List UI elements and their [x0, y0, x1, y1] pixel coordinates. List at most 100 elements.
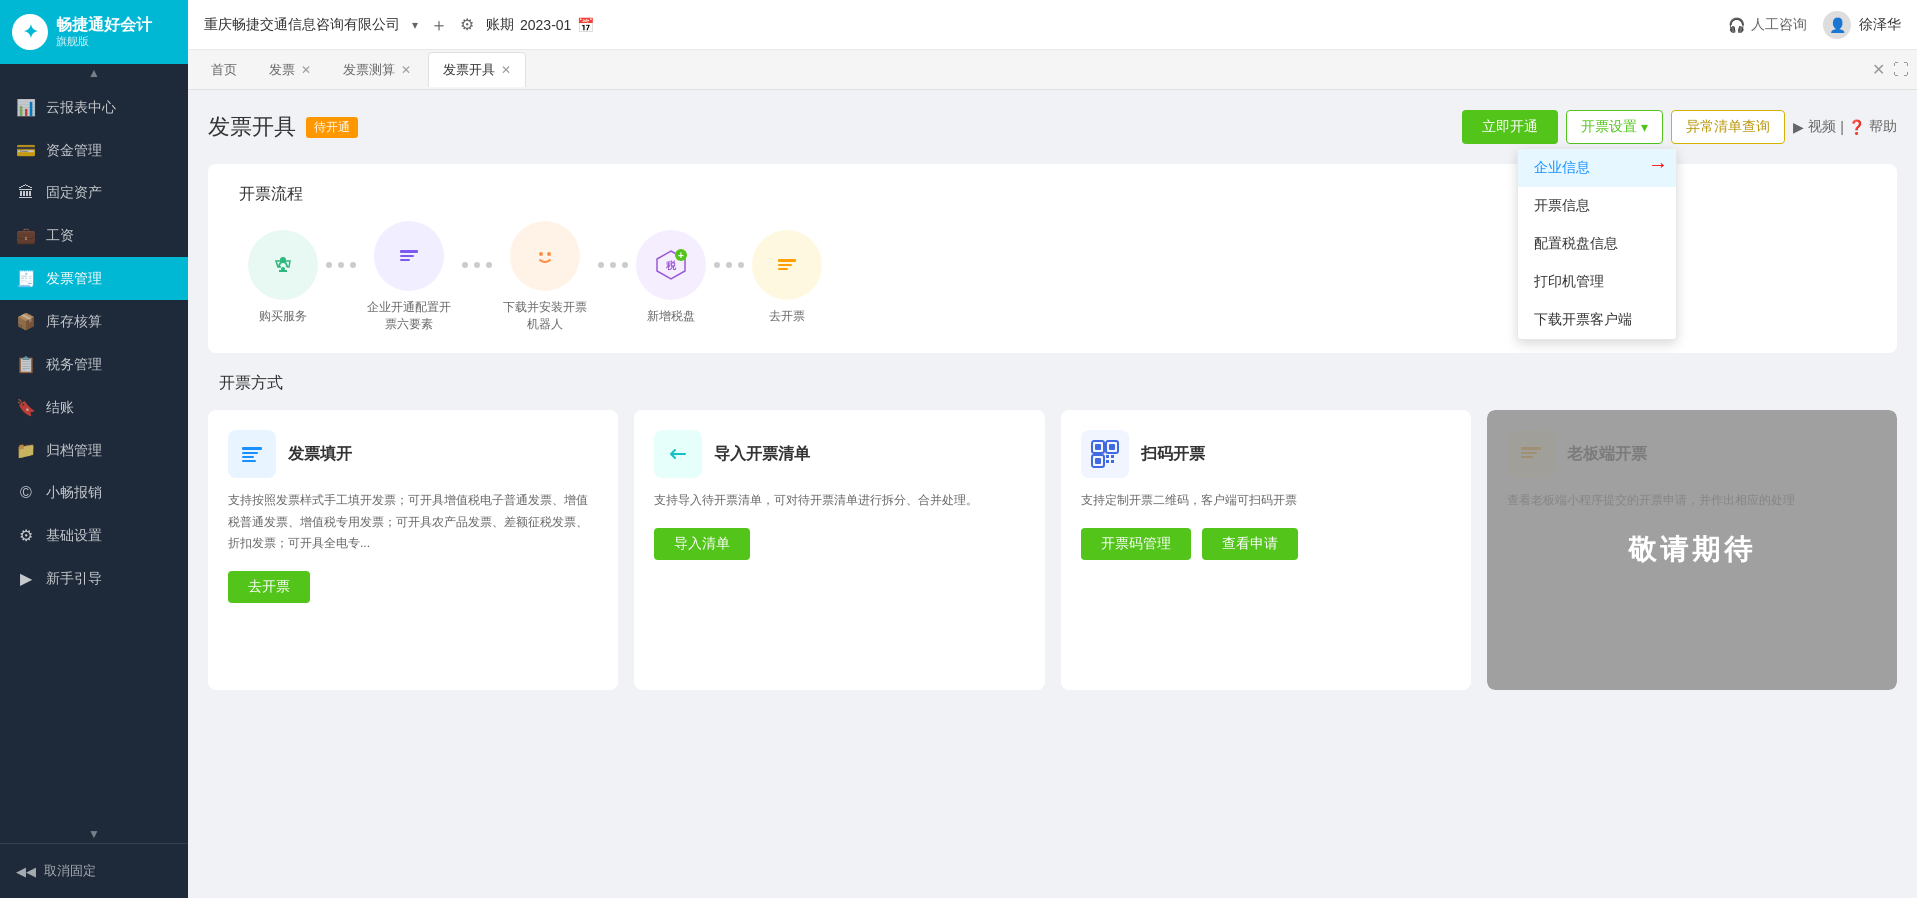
shuiwu-icon: 📋	[16, 355, 36, 374]
logo-text: 畅捷通好会计 旗舰版	[56, 15, 152, 49]
activate-button[interactable]: 立即开通	[1462, 110, 1558, 144]
xiaochang-icon: ©	[16, 484, 36, 502]
flow-step-buy: 购买服务	[248, 230, 318, 325]
svg-point-7	[531, 242, 559, 270]
zijin-icon: 💳	[16, 141, 36, 160]
page-actions: 立即开通 开票设置 ▾ 异常清单查询 ▶ 视频 | ❓ 帮助	[1462, 110, 1897, 144]
tab-fapiaocesuan[interactable]: 发票测算 ✕	[328, 52, 426, 87]
sidebar-item-kucun[interactable]: 📦 库存核算	[0, 300, 188, 343]
cancel-fixed-button[interactable]: ◀◀ 取消固定	[0, 852, 188, 890]
chevron-down-icon: ▾	[1641, 119, 1648, 135]
method-fill-btn[interactable]: 去开票	[228, 571, 310, 603]
topbar-settings-icon[interactable]: ⚙	[460, 15, 474, 34]
avatar: 👤	[1823, 11, 1851, 39]
close-all-tabs-button[interactable]: ✕	[1872, 60, 1885, 79]
tab-fapiaokaichu-close[interactable]: ✕	[501, 63, 511, 77]
method-import-btn[interactable]: 导入清单	[654, 528, 750, 560]
methods-section: 开票方式 发票填开 支持按照发票样式手工填开发票；可开具增值税电子普通发票、增值…	[208, 373, 1897, 690]
method-scan-btn1[interactable]: 开票码管理	[1081, 528, 1191, 560]
svg-rect-15	[778, 259, 796, 262]
exception-list-button[interactable]: 异常清单查询	[1671, 110, 1785, 144]
sidebar-item-gongzi[interactable]: 💼 工资	[0, 214, 188, 257]
play-icon: ▶	[1793, 119, 1804, 135]
svg-point-9	[547, 252, 551, 256]
dropdown-item-peizhishuipan[interactable]: 配置税盘信息	[1518, 225, 1676, 263]
video-help-button[interactable]: ▶ 视频 | ❓ 帮助	[1793, 118, 1897, 136]
kucun-icon: 📦	[16, 312, 36, 331]
maximize-button[interactable]: ⛶	[1893, 61, 1909, 79]
tabbar-right: ✕ ⛶	[1872, 60, 1909, 79]
method-scan-desc: 支持定制开票二维码，客户端可扫码开票	[1081, 490, 1451, 512]
dropdown-item-xiazaiyinhukehuduan[interactable]: 下载开票客户端	[1518, 301, 1676, 339]
flow-step-open: 去开票	[752, 230, 822, 325]
topbar: 重庆畅捷交通信息咨询有限公司 ▾ ＋ ⚙ 账期 2023-01 📅 🎧 人工咨询…	[188, 0, 1917, 50]
tab-fapiaocesuan-close[interactable]: ✕	[401, 63, 411, 77]
topbar-right: 🎧 人工咨询 👤 徐泽华	[1728, 11, 1901, 39]
settings-dropdown-menu: 企业信息 开票信息 配置税盘信息 打印机管理 下载开票客户端	[1517, 148, 1677, 340]
sidebar-item-jichusheji[interactable]: ⚙ 基础设置	[0, 514, 188, 557]
company-dropdown-icon[interactable]: ▾	[412, 18, 418, 32]
user-menu[interactable]: 👤 徐泽华	[1823, 11, 1901, 39]
flow-step-newtax: 税+ 新增税盘	[636, 230, 706, 325]
sidebar-item-xinshouyin[interactable]: ▶ 新手引导	[0, 557, 188, 600]
sidebar-item-guidang[interactable]: 📁 归档管理	[0, 429, 188, 472]
sidebar-scroll-down[interactable]: ▼	[0, 825, 188, 843]
flow-step-download: 下载并安装开票机器人	[500, 221, 590, 333]
svg-rect-27	[1109, 444, 1115, 450]
method-scan-btn2[interactable]: 查看申请	[1202, 528, 1298, 560]
svg-rect-32	[1106, 460, 1109, 463]
svg-point-8	[539, 252, 543, 256]
status-badge: 待开通	[306, 117, 358, 138]
sidebar-item-shuiwu[interactable]: 📋 税务管理	[0, 343, 188, 386]
human-service-button[interactable]: 🎧 人工咨询	[1728, 16, 1807, 34]
flow-step-newtax-icon: 税+	[636, 230, 706, 300]
method-card-boss: 老板端开票 查看老板端小程序提交的开票申请，并作出相应的处理 敬请期待	[1487, 410, 1897, 690]
svg-rect-29	[1095, 458, 1101, 464]
jichusheji-icon: ⚙	[16, 526, 36, 545]
flow-step-buy-icon	[248, 230, 318, 300]
company-name: 重庆畅捷交通信息咨询有限公司	[204, 16, 400, 34]
gudingzichan-icon: 🏛	[16, 184, 36, 202]
svg-rect-30	[1106, 455, 1109, 458]
sidebar-item-jiezhang[interactable]: 🔖 结账	[0, 386, 188, 429]
flow-connector-1	[318, 262, 364, 268]
calendar-icon[interactable]: 📅	[577, 17, 594, 33]
sidebar-item-yunbao[interactable]: 📊 云报表中心	[0, 86, 188, 129]
dropdown-item-dayinjiguanli[interactable]: 打印机管理	[1518, 263, 1676, 301]
cancel-icon: ◀◀	[16, 864, 36, 879]
method-card-import: 导入开票清单 支持导入待开票清单，可对待开票清单进行拆分、合并处理。 导入清单	[634, 410, 1044, 690]
period-display: 账期 2023-01 📅	[486, 16, 594, 34]
svg-rect-20	[242, 452, 258, 454]
add-company-button[interactable]: ＋	[430, 13, 448, 37]
method-boss-overlay: 敬请期待	[1487, 410, 1897, 690]
svg-point-0	[267, 249, 299, 281]
method-scan-title: 扫码开票	[1141, 444, 1205, 465]
flow-connector-2	[454, 262, 500, 268]
tab-fapiao-close[interactable]: ✕	[301, 63, 311, 77]
svg-text:税: 税	[665, 260, 677, 271]
flow-step-config: 企业开通配置开票六要素	[364, 221, 454, 333]
settings-dropdown-button[interactable]: 开票设置 ▾	[1566, 110, 1663, 144]
svg-rect-31	[1111, 455, 1114, 458]
page-title: 发票开具	[208, 112, 296, 142]
flow-connector-3	[590, 262, 636, 268]
highlight-arrow: →	[1648, 153, 1668, 176]
sidebar-nav: 📊 云报表中心 💳 资金管理 🏛 固定资产 💼 工资 🧾 发票管理 📦	[0, 82, 188, 825]
svg-rect-22	[242, 460, 256, 462]
sidebar-item-fapiao[interactable]: 🧾 发票管理	[0, 257, 188, 300]
sidebar-item-xiaochang[interactable]: © 小畅报销	[0, 472, 188, 514]
tab-fapiao[interactable]: 发票 ✕	[254, 52, 326, 87]
svg-rect-4	[400, 250, 418, 253]
tab-fapiaokaichu[interactable]: 发票开具 ✕	[428, 52, 526, 87]
method-card-fill: 发票填开 支持按照发票样式手工填开发票；可开具增值税电子普通发票、增值税普通发票…	[208, 410, 618, 690]
dropdown-item-kaipiaoxinxi[interactable]: 开票信息	[1518, 187, 1676, 225]
sidebar-item-zijin[interactable]: 💳 资金管理	[0, 129, 188, 172]
tab-home[interactable]: 首页	[196, 52, 252, 87]
method-fill-header: 发票填开	[228, 430, 598, 478]
svg-rect-6	[400, 259, 410, 261]
svg-rect-33	[1111, 460, 1114, 463]
sidebar-scroll-up[interactable]: ▲	[0, 64, 188, 82]
sidebar-item-gudingzichan[interactable]: 🏛 固定资产	[0, 172, 188, 214]
guidang-icon: 📁	[16, 441, 36, 460]
methods-grid: 发票填开 支持按照发票样式手工填开发票；可开具增值税电子普通发票、增值税普通发票…	[208, 410, 1897, 690]
